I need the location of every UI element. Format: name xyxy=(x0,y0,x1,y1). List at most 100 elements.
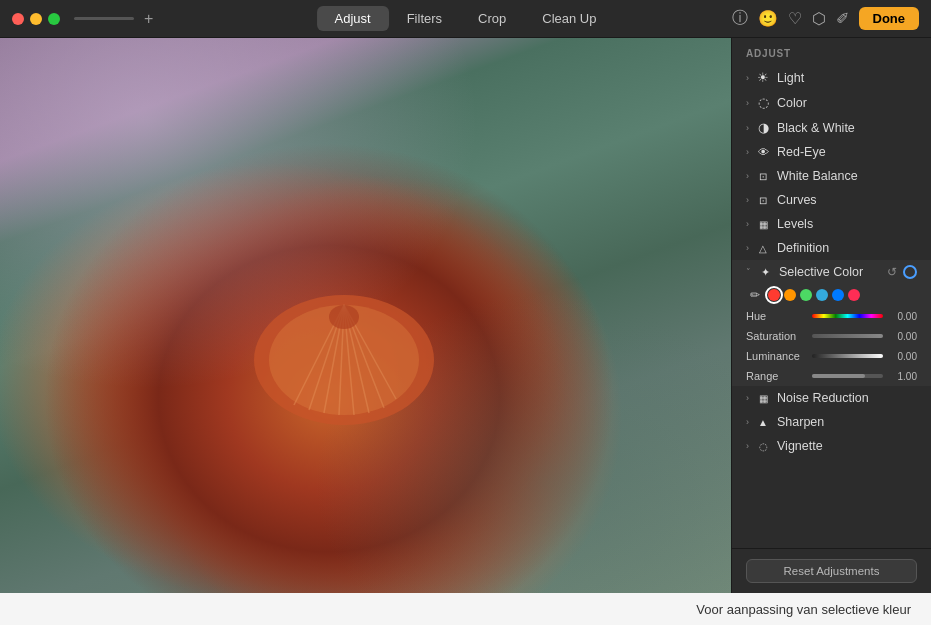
fullscreen-button[interactable] xyxy=(48,13,60,25)
chevron-right-icon: › xyxy=(746,98,749,108)
bw-icon: ◑ xyxy=(755,120,771,135)
definition-icon: △ xyxy=(755,243,771,254)
chevron-right-icon: › xyxy=(746,73,749,83)
chevron-right-icon: › xyxy=(746,171,749,181)
range-label: Range xyxy=(746,370,806,382)
hue-slider-row: Hue 0.00 xyxy=(732,306,931,326)
pencil-icon[interactable]: ✏ xyxy=(750,288,760,302)
swatch-pink[interactable] xyxy=(848,289,860,301)
hue-label: Hue xyxy=(746,310,806,322)
levels-icon: ▦ xyxy=(755,219,771,230)
range-slider[interactable] xyxy=(812,369,883,383)
luminance-label: Luminance xyxy=(746,350,806,362)
light-label: Light xyxy=(777,71,917,85)
tab-adjust[interactable]: Adjust xyxy=(317,6,389,31)
photo-canvas xyxy=(0,38,731,593)
shell-image xyxy=(234,265,454,435)
adjust-item-curves[interactable]: › ⊡ Curves xyxy=(732,188,931,212)
titlebar: + Adjust Filters Crop Clean Up ⓘ 🙂 ♡ ⬡ ✐… xyxy=(0,0,931,38)
swatch-green[interactable] xyxy=(800,289,812,301)
minimize-button[interactable] xyxy=(30,13,42,25)
tab-filters[interactable]: Filters xyxy=(389,6,460,31)
caption-text: Voor aanpassing van selectieve kleur xyxy=(696,602,911,617)
adjust-list: › ☀ Light › ◌ Color › ◑ Black & White › … xyxy=(732,65,931,548)
swatch-blue[interactable] xyxy=(832,289,844,301)
adjust-item-definition[interactable]: › △ Definition xyxy=(732,236,931,260)
undo-icon[interactable]: ↺ xyxy=(887,265,897,279)
luminance-slider-row: Luminance 0.00 xyxy=(732,346,931,366)
luminance-slider[interactable] xyxy=(812,349,883,363)
color-icon: ◌ xyxy=(755,95,771,110)
reset-adjustments-button[interactable]: Reset Adjustments xyxy=(746,559,917,583)
sharpen-icon: ▲ xyxy=(755,417,771,428)
saturation-slider-row: Saturation 0.00 xyxy=(732,326,931,346)
swatch-cyan[interactable] xyxy=(816,289,828,301)
redeye-label: Red-Eye xyxy=(777,145,917,159)
chevron-right-icon: › xyxy=(746,393,749,403)
chevron-right-icon: › xyxy=(746,195,749,205)
chevron-right-icon: › xyxy=(746,441,749,451)
range-value: 1.00 xyxy=(889,371,917,382)
photo-area xyxy=(0,38,731,593)
noise-icon: ▦ xyxy=(755,393,771,404)
chevron-right-icon: › xyxy=(746,417,749,427)
info-icon[interactable]: ⓘ xyxy=(732,8,748,29)
right-panel: Adjust › ☀ Light › ◌ Color › ◑ Black & W… xyxy=(731,38,931,593)
swatch-red[interactable] xyxy=(768,289,780,301)
adjust-item-color[interactable]: › ◌ Color xyxy=(732,90,931,115)
redeye-icon: 👁 xyxy=(755,146,771,158)
light-icon: ☀ xyxy=(755,70,771,85)
adjust-item-sharpen[interactable]: › ▲ Sharpen xyxy=(732,410,931,434)
hue-value: 0.00 xyxy=(889,311,917,322)
tools-icon[interactable]: ✐ xyxy=(836,9,849,28)
adjust-item-levels[interactable]: › ▦ Levels xyxy=(732,212,931,236)
saturation-value: 0.00 xyxy=(889,331,917,342)
share-icon[interactable]: ⬡ xyxy=(812,9,826,28)
tab-cleanup[interactable]: Clean Up xyxy=(524,6,614,31)
selective-color-section: ˅ ✦ Selective Color ↺ ✏ xyxy=(732,260,931,386)
heart-icon[interactable]: ♡ xyxy=(788,9,802,28)
nav-tabs: Adjust Filters Crop Clean Up xyxy=(317,6,615,31)
curves-icon: ⊡ xyxy=(755,195,771,206)
wb-icon: ⊡ xyxy=(755,171,771,182)
curves-label: Curves xyxy=(777,193,917,207)
chevron-right-icon: › xyxy=(746,123,749,133)
saturation-slider[interactable] xyxy=(812,329,883,343)
sharpen-label: Sharpen xyxy=(777,415,917,429)
selective-color-actions: ↺ xyxy=(887,265,917,279)
chevron-right-icon: › xyxy=(746,147,749,157)
chevron-down-icon: ˅ xyxy=(746,267,751,277)
plus-icon[interactable]: + xyxy=(144,10,153,28)
saturation-label: Saturation xyxy=(746,330,806,342)
color-swatches-row: ✏ xyxy=(732,284,931,306)
tab-crop[interactable]: Crop xyxy=(460,6,524,31)
svg-point-10 xyxy=(329,305,359,329)
brightness-slider[interactable]: + xyxy=(74,10,153,28)
color-label: Color xyxy=(777,96,917,110)
close-button[interactable] xyxy=(12,13,24,25)
selective-color-icon: ✦ xyxy=(757,266,773,279)
definition-label: Definition xyxy=(777,241,917,255)
traffic-lights xyxy=(12,13,60,25)
wb-label: White Balance xyxy=(777,169,917,183)
adjust-item-selective-color[interactable]: ˅ ✦ Selective Color ↺ xyxy=(732,260,931,284)
noise-label: Noise Reduction xyxy=(777,391,917,405)
hue-slider[interactable] xyxy=(812,309,883,323)
chevron-right-icon: › xyxy=(746,219,749,229)
adjust-item-wb[interactable]: › ⊡ White Balance xyxy=(732,164,931,188)
swatch-orange[interactable] xyxy=(784,289,796,301)
bottom-panel: Reset Adjustments xyxy=(732,548,931,593)
selective-color-label: Selective Color xyxy=(779,265,863,279)
adjust-item-redeye[interactable]: › 👁 Red-Eye xyxy=(732,140,931,164)
range-slider-row: Range 1.00 xyxy=(732,366,931,386)
adjust-item-light[interactable]: › ☀ Light xyxy=(732,65,931,90)
emoji-icon[interactable]: 🙂 xyxy=(758,9,778,28)
adjust-item-bw[interactable]: › ◑ Black & White xyxy=(732,115,931,140)
slider-track xyxy=(74,17,134,20)
done-button[interactable]: Done xyxy=(859,7,920,30)
bw-label: Black & White xyxy=(777,121,917,135)
toggle-circle-button[interactable] xyxy=(903,265,917,279)
adjust-item-vignette[interactable]: › ◌ Vignette xyxy=(732,434,931,458)
chevron-right-icon: › xyxy=(746,243,749,253)
adjust-item-noise[interactable]: › ▦ Noise Reduction xyxy=(732,386,931,410)
